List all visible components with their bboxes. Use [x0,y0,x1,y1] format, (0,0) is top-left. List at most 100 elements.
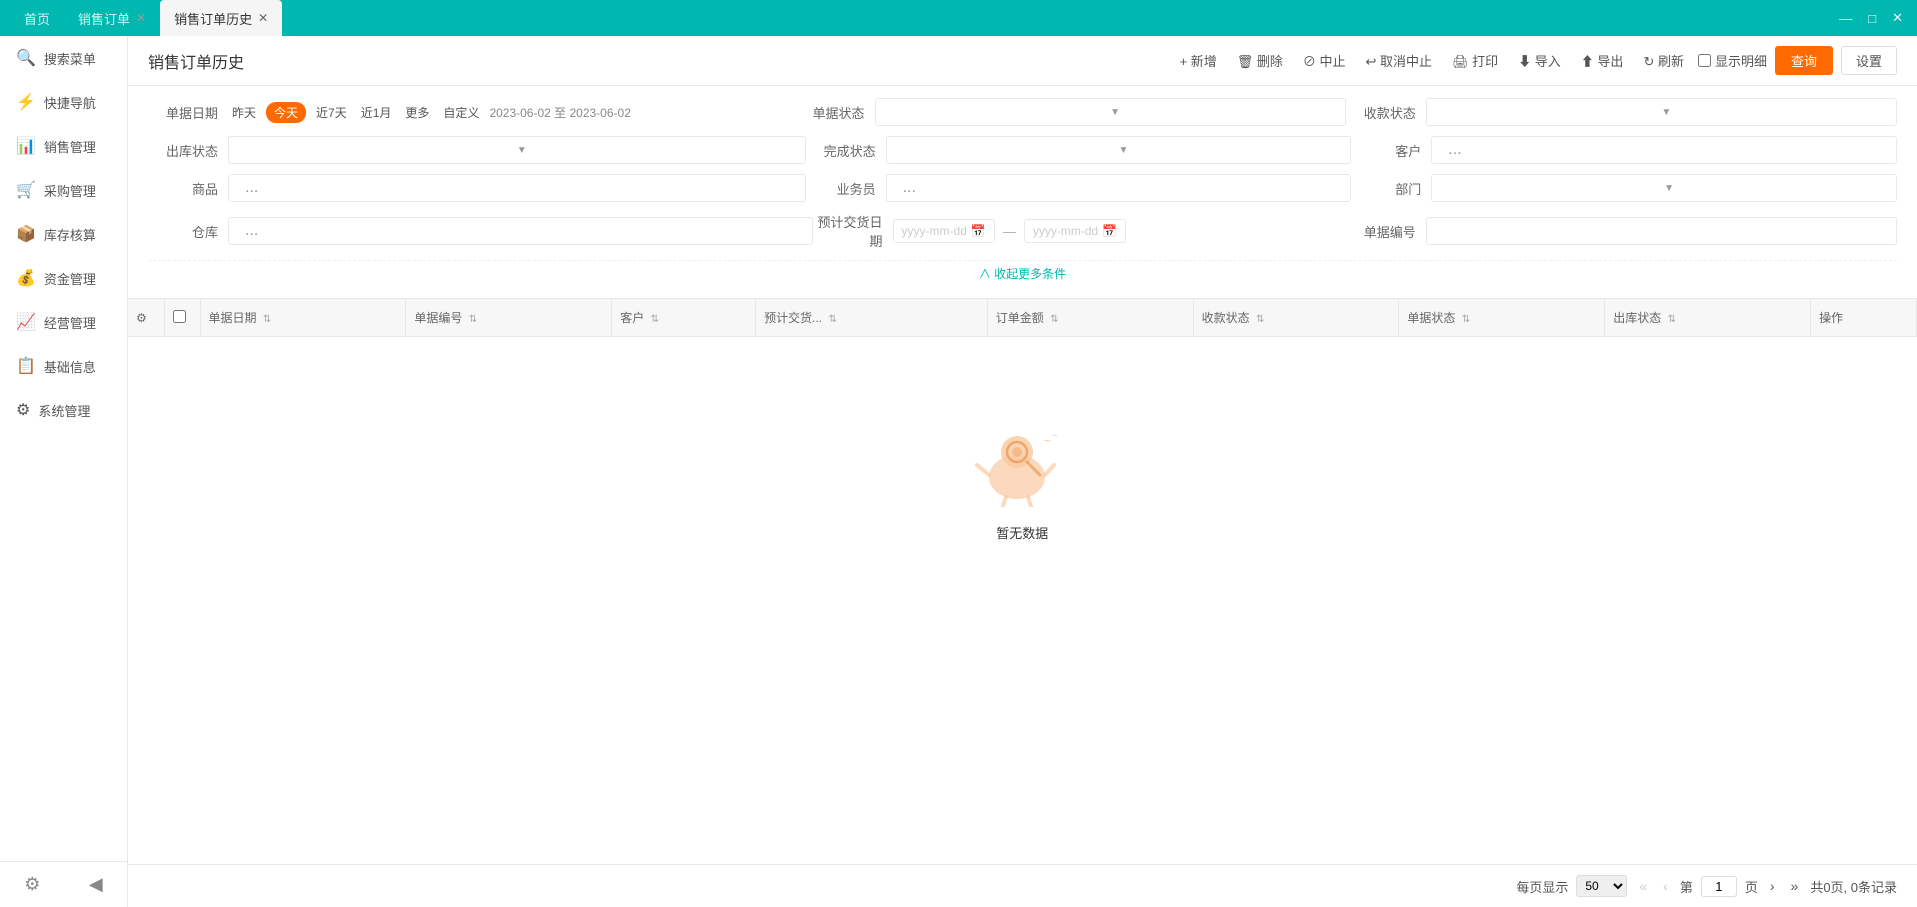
th-out-status[interactable]: 出库状态 ⇅ [1605,299,1811,337]
base-info-icon: 📋 [16,356,36,376]
sidebar-collapse-button[interactable]: ◀ [81,870,111,899]
table-footer: 每页显示 50 10 20 100 « ‹ 第 页 › » 共0页, 0条记录 [128,864,1917,907]
show-detail-checkbox-label: 显示明细 [1698,51,1767,70]
tab-sales-order-history[interactable]: 销售订单历史 ✕ [160,0,282,36]
dept-label: 部门 [1351,179,1431,198]
print-button[interactable]: 🖨 打印 [1446,47,1504,74]
th-bill-no[interactable]: 单据编号 ⇅ [406,299,612,337]
receipt-status-select[interactable]: ▼ [1426,98,1897,126]
next-page-button[interactable]: › [1766,876,1779,896]
sidebar-item-finance[interactable]: 💰 资金管理 [0,256,127,300]
settings-button[interactable]: 设置 [1841,46,1897,75]
table-body: ~ ~ 暂无数据 [128,337,1917,623]
bill-no-label: 单据编号 [1346,222,1426,241]
cancel-stop-button[interactable]: ↩ 取消中止 [1360,47,1439,74]
quick-nav-icon: ⚡ [16,92,36,112]
bill-status-select[interactable]: ▼ [875,98,1346,126]
th-checkbox [164,299,200,337]
page-input[interactable] [1701,876,1737,897]
svg-text:~: ~ [1052,431,1058,442]
new-button[interactable]: + 新增 [1174,47,1223,74]
first-page-button[interactable]: « [1635,876,1651,896]
tab-sales-order-close[interactable]: ✕ [136,11,146,25]
complete-status-label: 完成状态 [806,141,886,160]
date-label: 单据日期 [148,103,228,122]
stop-button[interactable]: ⊘ 中止 [1297,47,1352,74]
finance-icon: 💰 [16,268,36,288]
bill-no-input[interactable] [1426,217,1897,245]
sidebar-item-inventory[interactable]: 📦 库存核算 [0,212,127,256]
window-maximize-button[interactable]: □ [1864,9,1880,28]
th-bill-date[interactable]: 单据日期 ⇅ [200,299,406,337]
date-btn-1month[interactable]: 近1月 [357,102,396,123]
tab-home[interactable]: 首页 [10,0,64,36]
complete-status-arrow: ▼ [1118,145,1342,156]
sidebar-item-purchase[interactable]: 🛒 采购管理 [0,168,127,212]
tab-sales-order[interactable]: 销售订单 ✕ [64,0,160,36]
dept-select[interactable]: ▼ [1431,174,1897,202]
sidebar-item-system[interactable]: ⚙ 系统管理 [0,388,127,432]
empty-state-cell: ~ ~ 暂无数据 [128,337,1917,623]
select-all-checkbox[interactable] [173,310,186,323]
th-receipt-status[interactable]: 收款状态 ⇅ [1193,299,1399,337]
th-settings[interactable]: ⚙ [128,299,164,337]
date-btn-yesterday[interactable]: 昨天 [228,102,260,123]
date-btn-more[interactable]: 更多 [401,102,433,123]
sidebar-item-sales[interactable]: 📊 销售管理 [0,124,127,168]
query-button[interactable]: 查询 [1775,46,1833,75]
delete-button[interactable]: 🗑 删除 [1231,47,1289,74]
sidebar-item-purchase-label: 采购管理 [44,181,96,200]
goods-label: 商品 [148,179,228,198]
sidebar-item-quick-nav[interactable]: ⚡ 快捷导航 [0,80,127,124]
per-page-select[interactable]: 50 10 20 100 [1576,875,1627,897]
customer-input[interactable]: ... [1431,136,1897,164]
salesperson-ellipsis[interactable]: ... [895,179,924,197]
date-btn-7days[interactable]: 近7天 [312,102,351,123]
tab-home-label: 首页 [24,9,50,28]
out-status-select[interactable]: ▼ [228,136,806,164]
prev-page-button[interactable]: ‹ [1659,876,1672,896]
last-page-button[interactable]: » [1787,876,1803,896]
goods-ellipsis[interactable]: ... [237,179,266,197]
per-page-label: 每页显示 [1516,877,1568,896]
bill-status-arrow: ▼ [1110,107,1337,118]
complete-status-select[interactable]: ▼ [886,136,1352,164]
window-close-button[interactable]: ✕ [1888,8,1907,28]
th-customer[interactable]: 客户 ⇅ [612,299,756,337]
salesperson-input[interactable]: ... [886,174,1352,202]
th-order-amount[interactable]: 订单金额 ⇅ [987,299,1193,337]
date-btn-custom[interactable]: 自定义 [439,102,483,123]
tab-sales-order-history-close[interactable]: ✕ [258,11,268,25]
out-status-label: 出库状态 [148,141,228,160]
goods-input[interactable]: ... [228,174,806,202]
sidebar-item-base-info[interactable]: 📋 基础信息 [0,344,127,388]
content-area: 销售订单历史 + 新增 🗑 删除 ⊘ 中止 ↩ 取消中止 🖨 打印 ⬇ 导入 ⬆… [128,36,1917,907]
tab-sales-order-history-label: 销售订单历史 [174,9,252,28]
sort-bill-date-icon: ⇅ [263,314,271,325]
expected-date-to[interactable]: yyyy-mm-dd 📅 [1024,219,1126,243]
customer-ellipsis[interactable]: ... [1440,141,1469,159]
sidebar-item-search-menu[interactable]: 🔍 搜索菜单 [0,36,127,80]
sort-customer-icon: ⇅ [651,314,659,325]
sidebar-item-system-label: 系统管理 [38,401,90,420]
show-detail-checkbox[interactable] [1698,54,1711,67]
sidebar-settings-button[interactable]: ⚙ [16,870,48,899]
window-minimize-button[interactable]: — [1835,9,1856,28]
expected-date-from[interactable]: yyyy-mm-dd 📅 [893,219,995,243]
warehouse-ellipsis[interactable]: ... [237,222,266,240]
th-expected-delivery[interactable]: 预计交货... ⇅ [756,299,988,337]
collapse-more-btn[interactable]: ∧ 收起更多条件 [148,260,1897,286]
sidebar-item-operations[interactable]: 📈 经营管理 [0,300,127,344]
search-menu-icon: 🔍 [16,48,36,68]
sort-out-status-icon: ⇅ [1668,314,1676,325]
warehouse-input[interactable]: ... [228,217,813,245]
page-header: 销售订单历史 + 新增 🗑 删除 ⊘ 中止 ↩ 取消中止 🖨 打印 ⬇ 导入 ⬆… [128,36,1917,86]
th-bill-status[interactable]: 单据状态 ⇅ [1399,299,1605,337]
refresh-button[interactable]: ↻ 刷新 [1637,47,1690,74]
customer-label: 客户 [1351,141,1431,160]
empty-text: 暂无数据 [996,523,1048,542]
export-button[interactable]: ⬆ 导出 [1575,47,1630,74]
import-button[interactable]: ⬇ 导入 [1512,47,1567,74]
date-btn-today[interactable]: 今天 [266,102,306,123]
empty-svg: ~ ~ [962,417,1082,507]
